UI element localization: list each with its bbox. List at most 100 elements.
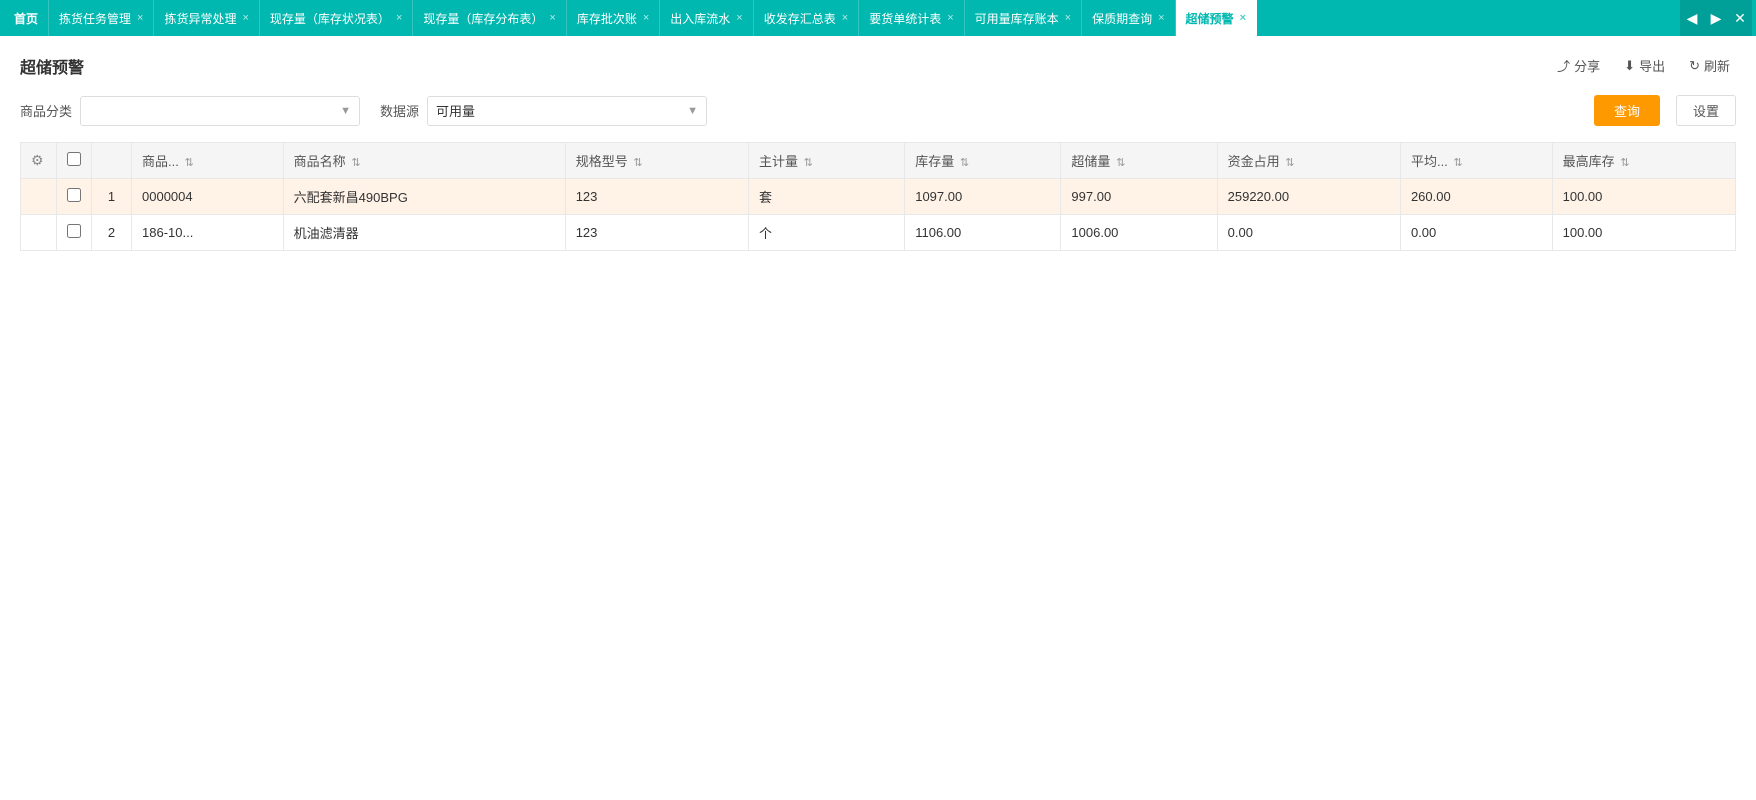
th-overstock[interactable]: 超储量 ⇅ (1061, 143, 1217, 179)
export-button[interactable]: ⬇ 导出 (1618, 52, 1671, 79)
nav-arrow-right[interactable]: ▶ (1704, 0, 1728, 36)
nav-arrow-left[interactable]: ◀ (1680, 0, 1704, 36)
cell-capital-0: 259220.00 (1217, 179, 1400, 215)
nav-tab-pick-task[interactable]: 拣货任务管理 × (49, 0, 154, 36)
close-pick-exception[interactable]: × (242, 12, 248, 24)
filter-row: 商品分类 ▼ 数据源 可用量 ▼ 查询 设置 (20, 95, 1736, 126)
category-label: 商品分类 (20, 101, 72, 120)
header-actions: ⤴ 分享 ⬇ 导出 ↻ 刷新 (1551, 52, 1736, 79)
cell-overstock-0: 997.00 (1061, 179, 1217, 215)
table-row: 1 0000004 六配套新昌490BPG 123 套 1097.00 997.… (21, 179, 1736, 215)
sort-max-stock-icon: ⇅ (1620, 157, 1629, 169)
close-stock-status[interactable]: × (396, 12, 402, 24)
action-buttons: 查询 设置 (1594, 95, 1736, 126)
th-unit[interactable]: 主计量 ⇅ (749, 143, 905, 179)
sort-capital-icon: ⇅ (1285, 157, 1294, 169)
close-avail-stock[interactable]: × (1065, 12, 1071, 24)
cell-avg-1: 0.00 (1400, 215, 1552, 251)
nav-arrow-close[interactable]: ✕ (1728, 0, 1752, 36)
row-checkbox-0[interactable] (67, 188, 81, 202)
th-avg[interactable]: 平均... ⇅ (1400, 143, 1552, 179)
close-stock-dist[interactable]: × (549, 12, 555, 24)
sort-overstock-icon: ⇅ (1116, 157, 1125, 169)
cell-product-name-0: 六配套新昌490BPG (283, 179, 565, 215)
datasource-select[interactable]: 可用量 ▼ (427, 96, 707, 126)
share-button[interactable]: ⤴ 分享 (1551, 52, 1606, 79)
nav-tab-recv-send[interactable]: 收发存汇总表 × (754, 0, 859, 36)
nav-arrows: ◀ ▶ ✕ (1680, 0, 1752, 36)
category-select[interactable]: ▼ (80, 96, 360, 126)
sort-avg-icon: ⇅ (1453, 157, 1462, 169)
cell-gear-1 (21, 215, 57, 251)
sort-unit-icon: ⇅ (804, 157, 813, 169)
cell-product-code-1: 186-10... (132, 215, 284, 251)
cell-avg-0: 260.00 (1400, 179, 1552, 215)
nav-tab-avail-stock[interactable]: 可用量库存账本 × (965, 0, 1082, 36)
refresh-icon: ↻ (1689, 58, 1700, 74)
datasource-label: 数据源 (380, 101, 419, 120)
cell-stock-0: 1097.00 (905, 179, 1061, 215)
cell-checkbox-0[interactable] (57, 179, 92, 215)
nav-tab-batch-account[interactable]: 库存批次账 × (567, 0, 660, 36)
sort-spec-icon: ⇅ (633, 157, 642, 169)
sort-product-name-icon: ⇅ (351, 157, 360, 169)
close-recv-send[interactable]: × (842, 12, 848, 24)
th-product-name[interactable]: 商品名称 ⇅ (283, 143, 565, 179)
close-overstock[interactable]: × (1240, 12, 1246, 24)
nav-tab-stock-status[interactable]: 现存量（库存状况表） × (260, 0, 413, 36)
close-batch-account[interactable]: × (643, 12, 649, 24)
nav-tab-home[interactable]: 首页 (4, 0, 49, 36)
cell-spec-1: 123 (565, 215, 748, 251)
table-row: 2 186-10... 机油滤清器 123 个 1106.00 1006.00 … (21, 215, 1736, 251)
top-navigation: 首页 拣货任务管理 × 拣货异常处理 × 现存量（库存状况表） × 现存量（库存… (0, 0, 1756, 36)
query-button[interactable]: 查询 (1594, 95, 1660, 126)
share-icon: ⤴ (1557, 56, 1570, 75)
datasource-filter: 数据源 可用量 ▼ (380, 96, 707, 126)
cell-row-num-1: 2 (92, 215, 132, 251)
settings-button[interactable]: 设置 (1676, 95, 1736, 126)
close-order-stat[interactable]: × (947, 12, 953, 24)
nav-tab-order-stat[interactable]: 要货单统计表 × (859, 0, 964, 36)
sort-product-code-icon: ⇅ (184, 157, 193, 169)
cell-checkbox-1[interactable] (57, 215, 92, 251)
th-stock[interactable]: 库存量 ⇅ (905, 143, 1061, 179)
cell-row-num-0: 1 (92, 179, 132, 215)
cell-stock-1: 1106.00 (905, 215, 1061, 251)
close-inout-flow[interactable]: × (736, 12, 742, 24)
cell-max-stock-1: 100.00 (1552, 215, 1735, 251)
nav-tab-overstock[interactable]: 超储预警 × (1176, 0, 1257, 36)
close-pick-task[interactable]: × (137, 12, 143, 24)
sort-stock-icon: ⇅ (960, 157, 969, 169)
gear-icon[interactable]: ⚙ (31, 152, 44, 168)
select-all-checkbox[interactable] (67, 152, 81, 166)
cell-product-name-1: 机油滤清器 (283, 215, 565, 251)
category-chevron-icon: ▼ (340, 105, 351, 117)
refresh-button[interactable]: ↻ 刷新 (1683, 52, 1736, 79)
cell-max-stock-0: 100.00 (1552, 179, 1735, 215)
th-product-code[interactable]: 商品... ⇅ (132, 143, 284, 179)
export-icon: ⬇ (1624, 58, 1635, 74)
datasource-value: 可用量 (436, 101, 475, 120)
page-title: 超储预警 (20, 54, 84, 78)
th-max-stock[interactable]: 最高库存 ⇅ (1552, 143, 1735, 179)
row-checkbox-1[interactable] (67, 224, 81, 238)
nav-tab-pick-exception[interactable]: 拣货异常处理 × (154, 0, 259, 36)
data-table: ⚙ 商品... ⇅ 商品名称 ⇅ 规格型号 ⇅ (20, 142, 1736, 251)
th-checkbox[interactable] (57, 143, 92, 179)
nav-tab-shelf-life[interactable]: 保质期查询 × (1082, 0, 1175, 36)
close-shelf-life[interactable]: × (1158, 12, 1164, 24)
th-capital[interactable]: 资金占用 ⇅ (1217, 143, 1400, 179)
category-filter: 商品分类 ▼ (20, 96, 360, 126)
nav-tab-stock-dist[interactable]: 现存量（库存分布表） × (413, 0, 566, 36)
cell-product-code-0: 0000004 (132, 179, 284, 215)
nav-tab-inout-flow[interactable]: 出入库流水 × (660, 0, 753, 36)
page-content: 超储预警 ⤴ 分享 ⬇ 导出 ↻ 刷新 商品分类 ▼ 数据源 (0, 36, 1756, 800)
th-row-num (92, 143, 132, 179)
th-spec[interactable]: 规格型号 ⇅ (565, 143, 748, 179)
cell-unit-0: 套 (749, 179, 905, 215)
cell-capital-1: 0.00 (1217, 215, 1400, 251)
th-gear[interactable]: ⚙ (21, 143, 57, 179)
cell-overstock-1: 1006.00 (1061, 215, 1217, 251)
cell-gear-0 (21, 179, 57, 215)
cell-unit-1: 个 (749, 215, 905, 251)
